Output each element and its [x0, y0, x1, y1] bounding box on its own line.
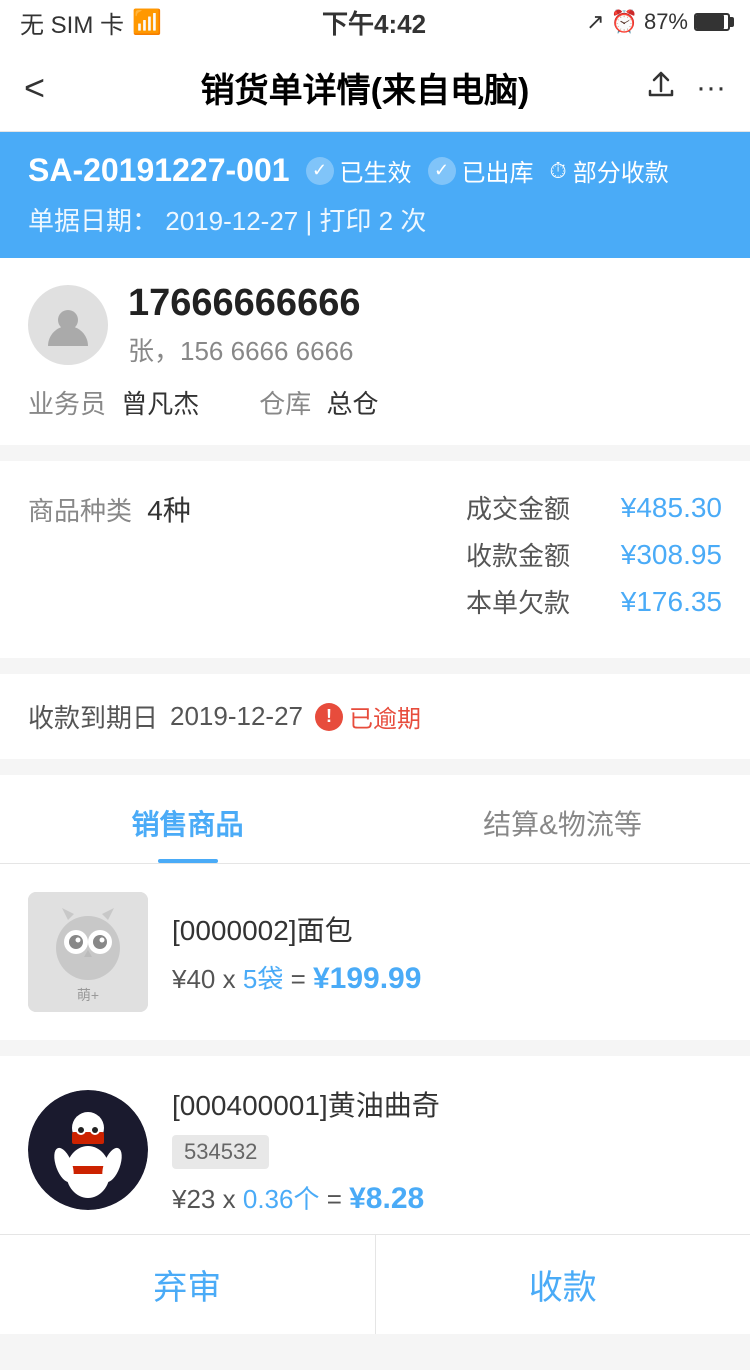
badge-shipped: ✓ 已出库 [428, 153, 534, 188]
more-icon[interactable]: ··· [696, 71, 726, 105]
order-status-row: SA-20191227-001 ✓ 已生效 ✓ 已出库 ⏱ 部分收款 [28, 152, 722, 189]
warehouse-label: 仓库 [259, 389, 311, 419]
cookie-qty: 0.36个 [243, 1184, 320, 1214]
nav-actions: ··· [646, 69, 726, 107]
product-kind-info: 商品种类 4种 [28, 489, 191, 529]
battery-text: 87% [644, 9, 688, 35]
print-info: | 打印 2 次 [305, 206, 426, 236]
nav-bar: < 销货单详情(来自电脑) ··· [0, 44, 750, 132]
kind-value: 4种 [147, 495, 191, 526]
back-button[interactable]: < [24, 67, 84, 109]
status-bar: 无 SIM 卡 📶 下午4:42 ↗ ⏰ 87% [0, 0, 750, 44]
overdue-icon: ! [315, 703, 343, 731]
tabs-bar: 销售商品 结算&物流等 [0, 775, 750, 864]
salesperson-info: 业务员 曾凡杰 [28, 384, 199, 421]
due-label: 收款到期日 [28, 698, 158, 735]
stats-grid: 商品种类 4种 成交金额 ¥485.30 收款金额 ¥308.95 本单欠款 ¥… [28, 489, 722, 630]
product-item: [000400001]黄油曲奇 534532 ¥23 x 0.36个 = ¥8.… [0, 1056, 750, 1244]
customer-name-phone: 张，156 6666 6666 [128, 331, 360, 368]
bread-total: ¥199.99 [313, 962, 421, 995]
owed-row: 本单欠款 ¥176.35 [466, 583, 722, 620]
product-info-cookie: [000400001]黄油曲奇 534532 ¥23 x 0.36个 = ¥8.… [172, 1084, 722, 1216]
cancel-review-button[interactable]: 弃审 [0, 1235, 376, 1334]
carrier-text: 无 SIM 卡 [20, 5, 124, 40]
kind-label: 商品种类 [28, 496, 132, 526]
product-info-bread: [0000002]面包 ¥40 x 5袋 = ¥199.99 [172, 909, 722, 996]
overdue-badge: ! 已逾期 [315, 699, 421, 734]
due-date-section: 收款到期日 2019-12-27 ! 已逾期 [0, 674, 750, 759]
bottom-action-bar: 弃审 收款 [0, 1234, 750, 1334]
order-id: SA-20191227-001 [28, 152, 290, 189]
product-item: 萌+ [0000002]面包 ¥40 x 5袋 = ¥199.99 [0, 864, 750, 1040]
amount-label: 成交金额 [466, 489, 570, 526]
clock-icon: ⏱ [550, 158, 567, 184]
salesperson-label: 业务员 [28, 389, 106, 419]
product-thumb-cookie [28, 1090, 148, 1210]
customer-section: 17666666666 张，156 6666 6666 业务员 曾凡杰 仓库 总… [0, 258, 750, 445]
bread-unit-price: ¥40 [172, 964, 215, 994]
check-icon-1: ✓ [306, 157, 334, 185]
received-row: 收款金额 ¥308.95 [466, 536, 722, 573]
bread-qty: 5袋 [243, 964, 283, 994]
product-price-cookie: ¥23 x 0.36个 = ¥8.28 [172, 1179, 722, 1216]
stats-section: 商品种类 4种 成交金额 ¥485.30 收款金额 ¥308.95 本单欠款 ¥… [0, 461, 750, 658]
time-display: 下午4:42 [322, 4, 426, 41]
order-date: 2019-12-27 [165, 206, 298, 236]
status-left: 无 SIM 卡 📶 [20, 5, 162, 40]
amount-info: 成交金额 ¥485.30 收款金额 ¥308.95 本单欠款 ¥176.35 [466, 489, 722, 630]
tab-sales-products-label: 销售商品 [131, 809, 243, 840]
product-thumb-bread: 萌+ [28, 892, 148, 1012]
product-tag-cookie: 534532 [172, 1135, 269, 1169]
order-date-row: 单据日期： 2019-12-27 | 打印 2 次 [28, 201, 722, 238]
date-label: 单据日期： [28, 206, 158, 236]
customer-phone: 17666666666 [128, 282, 360, 325]
badge-active-label: 已生效 [340, 153, 412, 188]
alarm-icon: ⏰ [611, 9, 638, 35]
customer-meta: 业务员 曾凡杰 仓库 总仓 [28, 384, 722, 421]
badge-partial: ⏱ 部分收款 [550, 153, 669, 188]
overdue-text: 已逾期 [349, 699, 421, 734]
status-right: ↗ ⏰ 87% [586, 9, 730, 35]
tab-settlement-label: 结算&物流等 [483, 809, 642, 840]
product-name-cookie: [000400001]黄油曲奇 [172, 1084, 722, 1124]
collect-payment-button[interactable]: 收款 [376, 1235, 750, 1334]
tab-settlement[interactable]: 结算&物流等 [375, 775, 750, 863]
location-icon: ↗ [586, 9, 604, 35]
received-label: 收款金额 [466, 536, 570, 573]
cookie-unit-price: ¥23 [172, 1184, 215, 1214]
wifi-icon: 📶 [132, 8, 162, 37]
amount-row: 成交金额 ¥485.30 [466, 489, 722, 526]
owed-label: 本单欠款 [466, 583, 570, 620]
amount-value: ¥485.30 [582, 492, 722, 524]
battery-icon [694, 13, 730, 31]
share-icon[interactable] [646, 69, 676, 107]
salesperson-name: 曾凡杰 [121, 389, 199, 419]
product-price-bread: ¥40 x 5袋 = ¥199.99 [172, 959, 722, 996]
owed-value: ¥176.35 [582, 586, 722, 618]
received-value: ¥308.95 [582, 539, 722, 571]
customer-details: 17666666666 张，156 6666 6666 [128, 282, 360, 368]
badge-active: ✓ 已生效 [306, 153, 412, 188]
due-date: 2019-12-27 [170, 701, 303, 732]
cookie-total: ¥8.28 [349, 1182, 424, 1215]
order-header-banner: SA-20191227-001 ✓ 已生效 ✓ 已出库 ⏱ 部分收款 单据日期：… [0, 132, 750, 258]
customer-avatar [28, 285, 108, 365]
products-section: 萌+ [0000002]面包 ¥40 x 5袋 = ¥199.99 [0, 864, 750, 1244]
check-icon-2: ✓ [428, 157, 456, 185]
warehouse-info: 仓库 总仓 [259, 384, 378, 421]
warehouse-name: 总仓 [327, 389, 379, 419]
customer-row: 17666666666 张，156 6666 6666 [28, 282, 722, 368]
svg-text:萌+: 萌+ [77, 987, 99, 1003]
badge-shipped-label: 已出库 [462, 153, 534, 188]
tab-sales-products[interactable]: 销售商品 [0, 775, 375, 863]
product-name-bread: [0000002]面包 [172, 909, 722, 949]
page-title: 销货单详情(来自电脑) [84, 63, 646, 112]
badge-partial-label: 部分收款 [573, 153, 669, 188]
